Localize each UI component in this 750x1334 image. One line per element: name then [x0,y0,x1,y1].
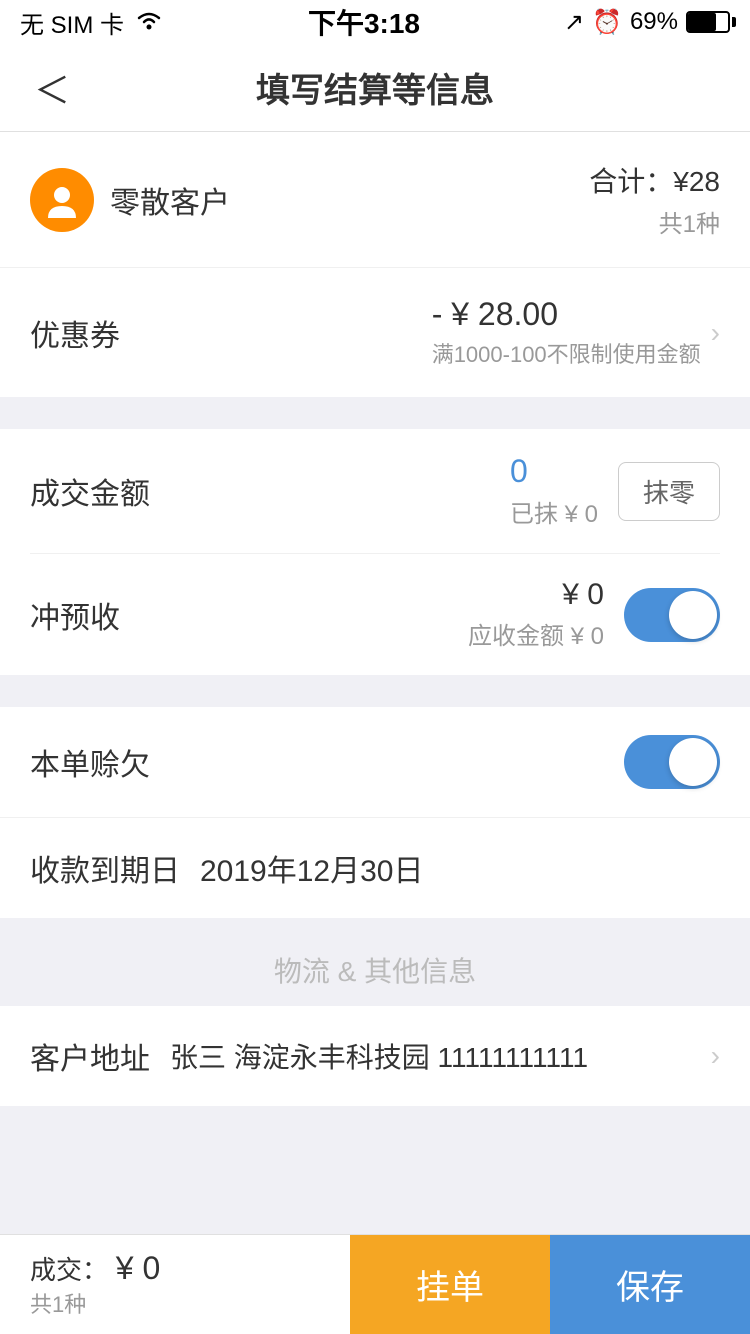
prepay-right: ¥ 0 应收金额 ¥ 0 [468,578,720,651]
bottom-count: 共1种 [30,1287,320,1319]
prepay-label: 冲预收 [30,593,120,637]
prepay-row: 冲预收 ¥ 0 应收金额 ¥ 0 [30,554,720,675]
coupon-amount: - ¥ 28.00 [432,296,701,333]
coupon-row[interactable]: 优惠券 - ¥ 28.00 满1000-100不限制使用金额 › [0,267,750,397]
total-count: 共1种 [589,204,720,239]
status-time: 下午3:18 [308,2,420,42]
battery-fill [688,13,716,31]
duedate-label: 收款到期日 [30,846,180,890]
coupon-label: 优惠券 [30,311,120,355]
prepay-main: ¥ 0 [468,578,604,612]
alarm-icon: ⏰ [592,8,622,37]
section-divider-2 [0,675,750,691]
debt-toggle[interactable] [624,735,720,789]
status-bar: 无 SIM 卡 下午3:18 ↗ ⏰ 69% [0,0,750,44]
back-button[interactable]: ＜ [24,52,80,124]
customer-total: 合计：¥28 共1种 [589,160,720,239]
toggle-knob [669,591,717,639]
nav-bar: ＜ 填写结算等信息 [0,44,750,132]
customer-name: 零散客户 [110,178,230,222]
section-divider-1 [0,413,750,429]
duedate-value: 2019年12月30日 [200,846,423,890]
transaction-right: 0 已抹 ¥ 0 抹零 [510,453,720,529]
transaction-row: 成交金额 0 已抹 ¥ 0 抹零 [30,429,720,554]
duedate-section: 收款到期日 2019年12月30日 [0,817,750,918]
debt-label: 本单赊欠 [30,740,150,784]
address-value: 张三 海淀永丰科技园 11111111111 [170,1036,711,1076]
avatar [30,168,94,232]
address-section[interactable]: 客户地址 张三 海淀永丰科技园 11111111111 › [0,1006,750,1106]
bottom-deal-label: 成交： [30,1255,108,1285]
transaction-info: 0 已抹 ¥ 0 [510,453,598,529]
logistics-label: 物流 & 其他信息 [274,950,476,990]
round-off-button[interactable]: 抹零 [618,462,720,521]
coupon-right: - ¥ 28.00 满1000-100不限制使用金额 › [432,296,720,369]
hold-order-button[interactable]: 挂单 [350,1235,550,1334]
prepay-sub: 应收金额 ¥ 0 [468,616,604,651]
chevron-right-icon: › [711,317,720,349]
sim-label: 无 SIM 卡 [20,5,124,40]
page-title: 填写结算等信息 [256,63,494,112]
coupon-info: - ¥ 28.00 满1000-100不限制使用金额 [432,296,701,369]
transaction-sub: 已抹 ¥ 0 [510,494,598,529]
wifi-icon [134,8,164,37]
customer-row: 零散客户 合计：¥28 共1种 [0,132,750,267]
battery-icon [686,11,730,33]
bottom-deal-amount: ¥ 0 [116,1250,160,1286]
bottom-bar: 成交： ¥ 0 共1种 挂单 保存 [0,1234,750,1334]
transaction-value: 0 [510,453,528,489]
status-left: 无 SIM 卡 [20,5,164,40]
avatar-icon [44,182,80,218]
address-chevron-icon: › [711,1040,720,1072]
coupon-desc: 满1000-100不限制使用金额 [432,337,701,369]
customer-info: 零散客户 [30,168,230,232]
customer-section: 零散客户 合计：¥28 共1种 优惠券 - ¥ 28.00 满1000-100不… [0,132,750,397]
prepay-toggle[interactable] [624,588,720,642]
transaction-section: 成交金额 0 已抹 ¥ 0 抹零 冲预收 ¥ 0 应收金额 ¥ 0 [0,429,750,675]
save-button[interactable]: 保存 [550,1235,750,1334]
prepay-amounts: ¥ 0 应收金额 ¥ 0 [468,578,604,651]
bottom-deal-row: 成交： ¥ 0 [30,1250,320,1287]
battery-percent: 69% [630,8,678,36]
location-icon: ↗ [564,8,584,37]
transaction-label: 成交金额 [30,469,150,513]
debt-toggle-knob [669,738,717,786]
status-right: ↗ ⏰ 69% [564,8,730,37]
bottom-summary: 成交： ¥ 0 共1种 [0,1235,350,1334]
address-label: 客户地址 [30,1034,150,1078]
total-amount: 合计：¥28 [589,160,720,200]
logistics-divider: 物流 & 其他信息 [0,934,750,1006]
debt-section: 本单赊欠 [0,707,750,817]
